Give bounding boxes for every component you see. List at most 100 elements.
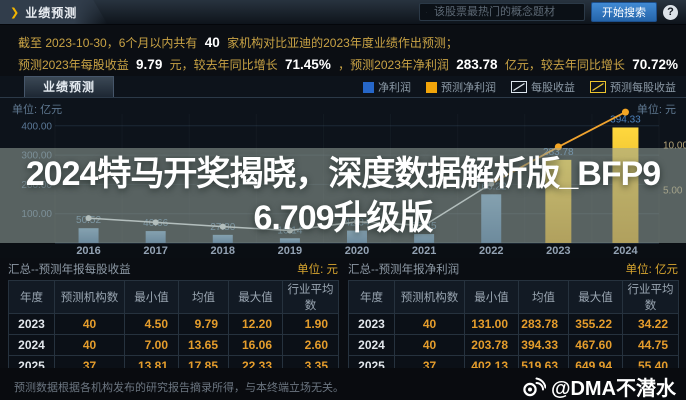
table-cell: 40 — [394, 334, 465, 356]
table-cell: 2023 — [8, 313, 55, 335]
table-cell: 2.60 — [282, 334, 339, 356]
summary-line-1: 截至 2023-10-30，6个月以内共有 40 家机构对比亚迪的2023年度业… — [18, 34, 458, 51]
data-table: 年度 预测机构数 最小值 均值 最大值 行业平均数 2023 40 4.50 9.79 12.20 1… — [8, 280, 339, 377]
watermark: @DMA不潜水 — [522, 372, 676, 400]
table-cell: 40 — [394, 313, 465, 335]
table-row[interactable]: 2023 40 4.50 9.79 12.20 1.90 — [8, 313, 339, 335]
table-cell: 16.06 — [228, 334, 283, 356]
summary-text: 家机构对比亚迪的2023年度业绩作出预测； — [227, 36, 458, 50]
table-header-cell: 最小值 — [124, 280, 179, 314]
eps-forecast-table: 汇总--预测年报每股收益 单位: 元 年度 预测机构数 最小值 均值 最大值 行业平均数 2… — [8, 258, 339, 377]
table-cell: 1.90 — [282, 313, 339, 335]
profit-growth-value: 70.72% — [632, 57, 679, 72]
app-window: ❯ 业绩预测 开始搜索 ? 截至 2023-10-30，6个月以内共有 40 家… — [0, 0, 686, 400]
legend-swatch-icon — [363, 81, 374, 93]
x-axis-year-label: 2023 — [546, 245, 570, 257]
table-cell: 283.78 — [518, 313, 569, 335]
table-title-bar: 汇总--预测年报每股收益 单位: 元 — [8, 258, 338, 280]
table-header-cell: 预测机构数 — [54, 280, 125, 314]
disclaimer-text: 预测数据根据各机构发布的研究报告摘录所得，与本终端立场无关。 — [14, 382, 344, 394]
table-cell: 131.00 — [464, 313, 519, 335]
table-header-cell: 均值 — [518, 280, 569, 314]
table-cell: 40 — [54, 313, 125, 335]
table-row[interactable]: 2024 40 203.78 394.33 467.60 44.75 — [348, 334, 679, 356]
x-axis-year-label: 2020 — [345, 245, 369, 257]
top-bar: ❯ 业绩预测 开始搜索 ? — [0, 0, 686, 25]
bar-value-label: 394.33 — [610, 114, 641, 125]
legend-swatch-icon — [426, 81, 437, 93]
x-axis-year-label: 2022 — [479, 245, 503, 257]
profit-forecast-table: 汇总--预测年报净利润 单位: 亿元 年度 预测机构数 最小值 均值 最大值 行业平均数 2… — [348, 258, 679, 377]
table-title: 汇总--预测年报净利润 — [348, 264, 460, 276]
table-header-cell: 行业平均数 — [282, 280, 339, 314]
promo-text-line2: 6.709升级版 — [253, 198, 433, 237]
summary-text: 亿元，较去年同比增长 — [504, 58, 625, 72]
legend-item-预测净利润[interactable]: 预测净利润 — [426, 79, 496, 95]
table-cell: 467.60 — [568, 334, 623, 356]
module-tab-performance-forecast[interactable]: ❯ 业绩预测 — [0, 0, 107, 24]
x-axis-year-label: 2016 — [76, 245, 100, 257]
table-cell: 34.22 — [622, 313, 679, 335]
promo-overlay-banner: 2024特马开奖揭晓，深度数据解析版_BFP9 6.709升级版 — [0, 148, 686, 243]
table-unit: 单位: 元 — [297, 264, 338, 276]
chevron-right-icon: ❯ — [10, 6, 20, 19]
table-unit: 单位: 亿元 — [625, 264, 678, 276]
institution-count: 40 — [204, 35, 220, 50]
table-title: 汇总--预测年报每股收益 — [8, 264, 131, 276]
weibo-icon — [523, 377, 546, 397]
summary-line-2: 预测2023年每股收益 9.79 元，较去年同比增长 71.45% ，预测202… — [18, 56, 682, 73]
x-axis-year-label: 2021 — [412, 245, 436, 257]
legend-label: 每股收益 — [531, 82, 575, 94]
watermark-handle: @DMA不潜水 — [550, 378, 676, 400]
legend-item-净利润[interactable]: 净利润 — [363, 79, 411, 95]
search-box[interactable] — [419, 3, 585, 21]
search-icon — [426, 11, 427, 13]
legend-label: 预测每股收益 — [610, 82, 676, 94]
x-axis-year-label: 2019 — [278, 245, 302, 257]
table-title-bar: 汇总--预测年报净利润 单位: 亿元 — [348, 258, 678, 280]
legend-line-icon — [590, 81, 606, 93]
x-axis-year-label: 2017 — [143, 245, 167, 257]
tab-performance-forecast[interactable]: 业绩预测 — [24, 76, 115, 97]
table-header-cell: 预测机构数 — [394, 280, 465, 314]
table-cell: 2024 — [8, 334, 55, 356]
table-header-cell: 最小值 — [464, 280, 519, 314]
search-area: 开始搜索 ? — [419, 2, 686, 22]
table-cell: 7.00 — [124, 334, 179, 356]
table-cell: 355.22 — [568, 313, 623, 335]
table-header-cell: 年度 — [8, 280, 55, 314]
profit-forecast-value: 283.78 — [456, 57, 498, 72]
legend-item-预测每股收益[interactable]: 预测每股收益 — [590, 79, 676, 95]
search-input[interactable] — [432, 5, 578, 19]
chart-legend: 净利润 预测净利润 每股收益 预测每股收益 — [363, 77, 676, 97]
table-cell: 203.78 — [464, 334, 519, 356]
forecast-summary: 截至 2023-10-30，6个月以内共有 40 家机构对比亚迪的2023年度业… — [0, 25, 686, 76]
table-header-cell: 最大值 — [568, 280, 623, 314]
svg-text:400.00: 400.00 — [21, 121, 52, 132]
eps-forecast-value: 9.79 — [136, 57, 163, 72]
x-axis-year-label: 2018 — [211, 245, 235, 257]
table-cell: 13.65 — [178, 334, 229, 356]
table-cell: 2023 — [348, 313, 395, 335]
summary-text: ，预测2023年净利润 — [338, 58, 449, 72]
help-icon[interactable]: ? — [663, 4, 678, 20]
table-cell: 40 — [54, 334, 125, 356]
legend-item-每股收益[interactable]: 每股收益 — [511, 79, 575, 95]
x-axis-year-label: 2024 — [613, 245, 638, 257]
table-header-cell: 行业平均数 — [622, 280, 679, 314]
table-header-cell: 均值 — [178, 280, 229, 314]
legend-label: 净利润 — [378, 82, 411, 94]
table-header-row: 年度 预测机构数 最小值 均值 最大值 行业平均数 — [348, 280, 679, 314]
legend-label: 预测净利润 — [441, 82, 496, 94]
summary-tables: 汇总--预测年报每股收益 单位: 元 年度 预测机构数 最小值 均值 最大值 行业平均数 2… — [0, 258, 686, 377]
table-header-cell: 年度 — [348, 280, 395, 314]
summary-text: 截至 2023-10-30，6个月以内共有 — [18, 36, 198, 50]
module-title: 业绩预测 — [25, 5, 78, 20]
table-row[interactable]: 2023 40 131.00 283.78 355.22 34.22 — [348, 313, 679, 335]
table-row[interactable]: 2024 40 7.00 13.65 16.06 2.60 — [8, 334, 339, 356]
promo-text-line1: 2024特马开奖揭晓，深度数据解析版_BFP9 — [25, 154, 661, 193]
search-button[interactable]: 开始搜索 — [591, 2, 657, 22]
table-cell: 12.20 — [228, 313, 283, 335]
summary-text: 预测2023年每股收益 — [18, 58, 129, 72]
table-header-cell: 最大值 — [228, 280, 283, 314]
